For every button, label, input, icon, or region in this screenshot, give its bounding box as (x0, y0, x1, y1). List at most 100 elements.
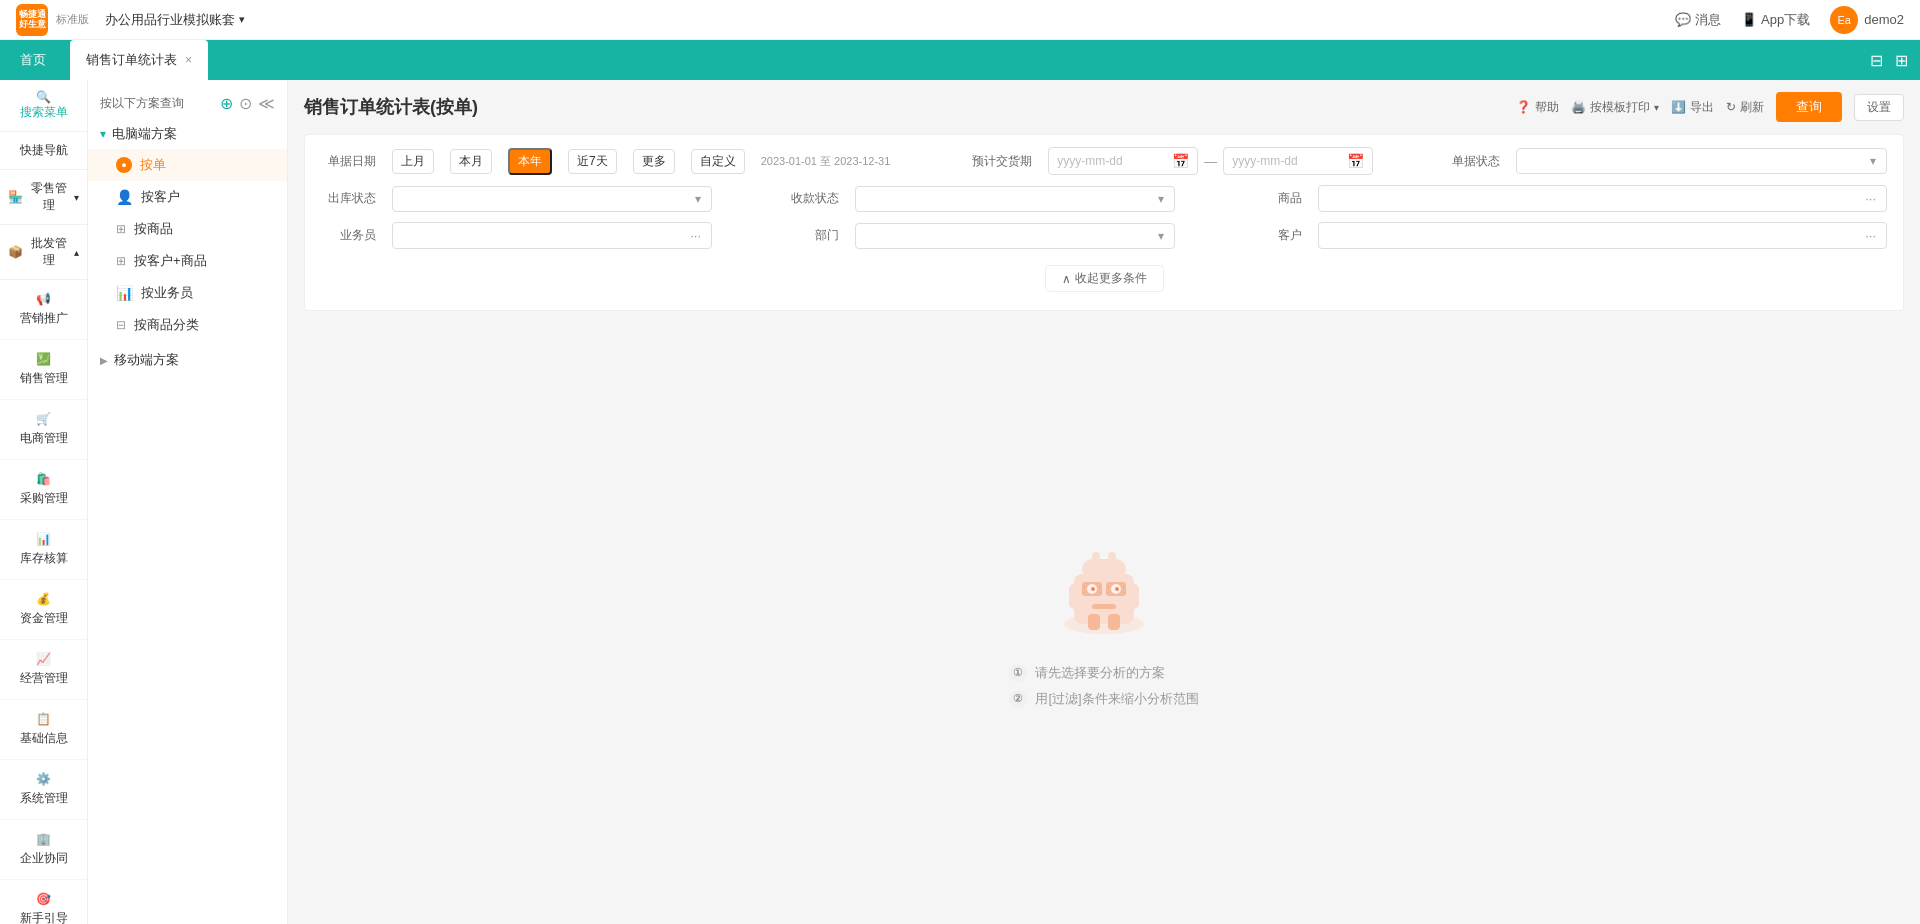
right-panel: 销售订单统计表(按单) ❓ 帮助 🖨️ 按模板打印 ▾ ⬇️ 导出 (288, 80, 1920, 924)
date-shortcut-this-month[interactable]: 本月 (450, 149, 492, 174)
user-profile[interactable]: Ea demo2 (1830, 6, 1904, 34)
payment-status-label: 收款状态 (784, 190, 839, 207)
doc-status-select[interactable]: ▾ (1516, 148, 1887, 174)
svg-point-11 (1115, 587, 1119, 591)
settings-btn[interactable]: 设置 (1854, 94, 1904, 121)
sidebar-item-system[interactable]: ⚙️ 系统管理 (0, 760, 87, 820)
sidebar-quick-nav[interactable]: 快捷导航 (0, 132, 87, 170)
svg-rect-12 (1092, 604, 1116, 609)
department-select[interactable]: ▾ (855, 223, 1175, 249)
tab-bar: 首页 销售订单统计表 × ⊟ ⊞ (0, 40, 1920, 80)
scheme-item-customer-product[interactable]: ⊞ 按客户+商品 (88, 245, 287, 277)
top-bar-left: 畅捷通好生意 标准版 办公用品行业模拟账套 ▾ (16, 4, 245, 36)
mobile-arrow: ▶ (100, 355, 108, 366)
empty-illustration (1044, 524, 1164, 644)
edit-scheme-icon[interactable]: ⊙ (239, 94, 252, 113)
help-btn[interactable]: ❓ 帮助 (1516, 99, 1559, 116)
date-shortcut-last-month[interactable]: 上月 (392, 149, 434, 174)
marketing-icon: 📢 (36, 292, 51, 306)
date-shortcut-this-year[interactable]: 本年 (508, 148, 552, 175)
empty-state: ① 请先选择要分析的方案 ② 用[过滤]条件来缩小分析范围 (304, 319, 1904, 912)
customer-select[interactable]: ··· (1318, 222, 1887, 249)
sidebar-item-inventory[interactable]: 📊 库存核算 (0, 520, 87, 580)
pc-section-title[interactable]: ▾ 电脑端方案 (88, 119, 287, 149)
page-title-row: 销售订单统计表(按单) ❓ 帮助 🖨️ 按模板打印 ▾ ⬇️ 导出 (304, 92, 1904, 122)
sidebar-item-finance[interactable]: 💰 资金管理 (0, 580, 87, 640)
out-status-select[interactable]: ▾ (392, 186, 712, 212)
date-shortcut-7days[interactable]: 近7天 (568, 149, 617, 174)
scheme-item-order[interactable]: ● 按单 (88, 149, 287, 181)
svg-rect-14 (1092, 552, 1100, 562)
expected-delivery-range: yyyy-mm-dd 📅 — yyyy-mm-dd 📅 (1048, 147, 1373, 175)
newbie-icon: 🎯 (36, 892, 51, 906)
collapse-panel-icon[interactable]: ≪ (258, 94, 275, 113)
active-scheme-badge: ● (116, 157, 132, 173)
calendar-end-icon: 📅 (1347, 153, 1364, 169)
sidebar-item-basic[interactable]: 📋 基础信息 (0, 700, 87, 760)
template-print-btn[interactable]: 🖨️ 按模板打印 ▾ (1571, 99, 1659, 116)
expected-delivery-end[interactable]: yyyy-mm-dd 📅 (1223, 147, 1373, 175)
section-arrow: ▾ (100, 127, 106, 141)
chevron-down-icon: ▾ (239, 13, 245, 26)
sidebar-search[interactable]: 🔍 搜索菜单 (0, 80, 87, 132)
salesman-dots-icon: ··· (690, 228, 701, 243)
top-bar: 畅捷通好生意 标准版 办公用品行业模拟账套 ▾ 💬 消息 📱 App下载 Ea … (0, 0, 1920, 40)
out-status-label: 出库状态 (321, 190, 376, 207)
app-download-btn[interactable]: 📱 App下载 (1741, 11, 1810, 29)
filter-row-3: 业务员 ··· 部门 ▾ 客户 ··· (321, 222, 1887, 249)
scheme-item-product[interactable]: ⊞ 按商品 (88, 213, 287, 245)
help-icon: ❓ (1516, 100, 1531, 114)
add-scheme-icon[interactable]: ⊕ (220, 94, 233, 113)
calendar-start-icon: 📅 (1172, 153, 1189, 169)
tab-home[interactable]: 首页 (0, 40, 66, 80)
date-shortcut-more[interactable]: 更多 (633, 149, 675, 174)
doc-status-label: 单据状态 (1445, 153, 1500, 170)
salesman-select[interactable]: ··· (392, 222, 712, 249)
scheme-item-customer[interactable]: 👤 按客户 (88, 181, 287, 213)
product-select[interactable]: ··· (1318, 185, 1887, 212)
collapse-btn[interactable]: ∧ 收起更多条件 (1045, 265, 1164, 292)
sidebar-item-marketing[interactable]: 📢 营销推广 (0, 280, 87, 340)
sidebar-item-retail[interactable]: 🏪 零售管理 ▾ (0, 170, 87, 225)
sidebar-item-enterprise[interactable]: 🏢 企业协同 (0, 820, 87, 880)
minimize-icon[interactable]: ⊟ (1870, 51, 1883, 70)
expected-delivery-start[interactable]: yyyy-mm-dd 📅 (1048, 147, 1198, 175)
payment-status-select[interactable]: ▾ (855, 186, 1175, 212)
svg-rect-1 (1074, 574, 1134, 624)
sidebar-item-sales[interactable]: 💹 销售管理 (0, 340, 87, 400)
scheme-item-product-category[interactable]: ⊟ 按商品分类 (88, 309, 287, 341)
left-panel: 按以下方案查询 ⊕ ⊙ ≪ ▾ 电脑端方案 ● 按单 👤 (88, 80, 288, 924)
export-btn[interactable]: ⬇️ 导出 (1671, 99, 1714, 116)
product-scheme-icon: ⊞ (116, 222, 126, 236)
chevron-icon: ▾ (74, 192, 79, 203)
svg-rect-13 (1082, 559, 1126, 579)
scheme-item-salesman[interactable]: 📊 按业务员 (88, 277, 287, 309)
query-btn[interactable]: 查询 (1776, 92, 1842, 122)
sidebar-item-wholesale[interactable]: 📦 批发管理 ▴ (0, 225, 87, 280)
date-shortcut-custom[interactable]: 自定义 (691, 149, 745, 174)
filter-row-2: 出库状态 ▾ 收款状态 ▾ (321, 185, 1887, 212)
panel-header-actions: ⊕ ⊙ ≪ (220, 94, 275, 113)
filter-area: 单据日期 上月 本月 本年 近7天 更多 自定义 2023-01-01 至 20… (304, 134, 1904, 311)
message-btn[interactable]: 💬 消息 (1675, 11, 1721, 29)
sidebar-item-newbie[interactable]: 🎯 新手引导 (0, 880, 87, 924)
product-cat-scheme-icon: ⊟ (116, 318, 126, 332)
wholesale-icon: 📦 (8, 245, 23, 259)
tab-close-icon[interactable]: × (185, 53, 192, 67)
enterprise-icon: 🏢 (36, 832, 51, 846)
system-icon: ⚙️ (36, 772, 51, 786)
print-icon: 🖨️ (1571, 100, 1586, 114)
customer-label: 客户 (1247, 227, 1302, 244)
refresh-btn[interactable]: ↻ 刷新 (1726, 99, 1764, 116)
maximize-icon[interactable]: ⊞ (1895, 51, 1908, 70)
sidebar-item-ecom[interactable]: 🛒 电商管理 (0, 400, 87, 460)
sidebar-item-purchase[interactable]: 🛍️ 采购管理 (0, 460, 87, 520)
svg-rect-4 (1069, 584, 1079, 609)
tab-sales-order[interactable]: 销售订单统计表 × (70, 40, 208, 80)
mobile-section-title[interactable]: ▶ 移动端方案 (88, 345, 287, 375)
print-dropdown-icon: ▾ (1654, 102, 1659, 113)
panel-header-label: 按以下方案查询 (100, 95, 184, 112)
account-dropdown[interactable]: 办公用品行业模拟账套 ▾ (105, 11, 245, 29)
sidebar-item-operation[interactable]: 📈 经营管理 (0, 640, 87, 700)
page-actions: ❓ 帮助 🖨️ 按模板打印 ▾ ⬇️ 导出 ↻ 刷新 (1516, 92, 1904, 122)
